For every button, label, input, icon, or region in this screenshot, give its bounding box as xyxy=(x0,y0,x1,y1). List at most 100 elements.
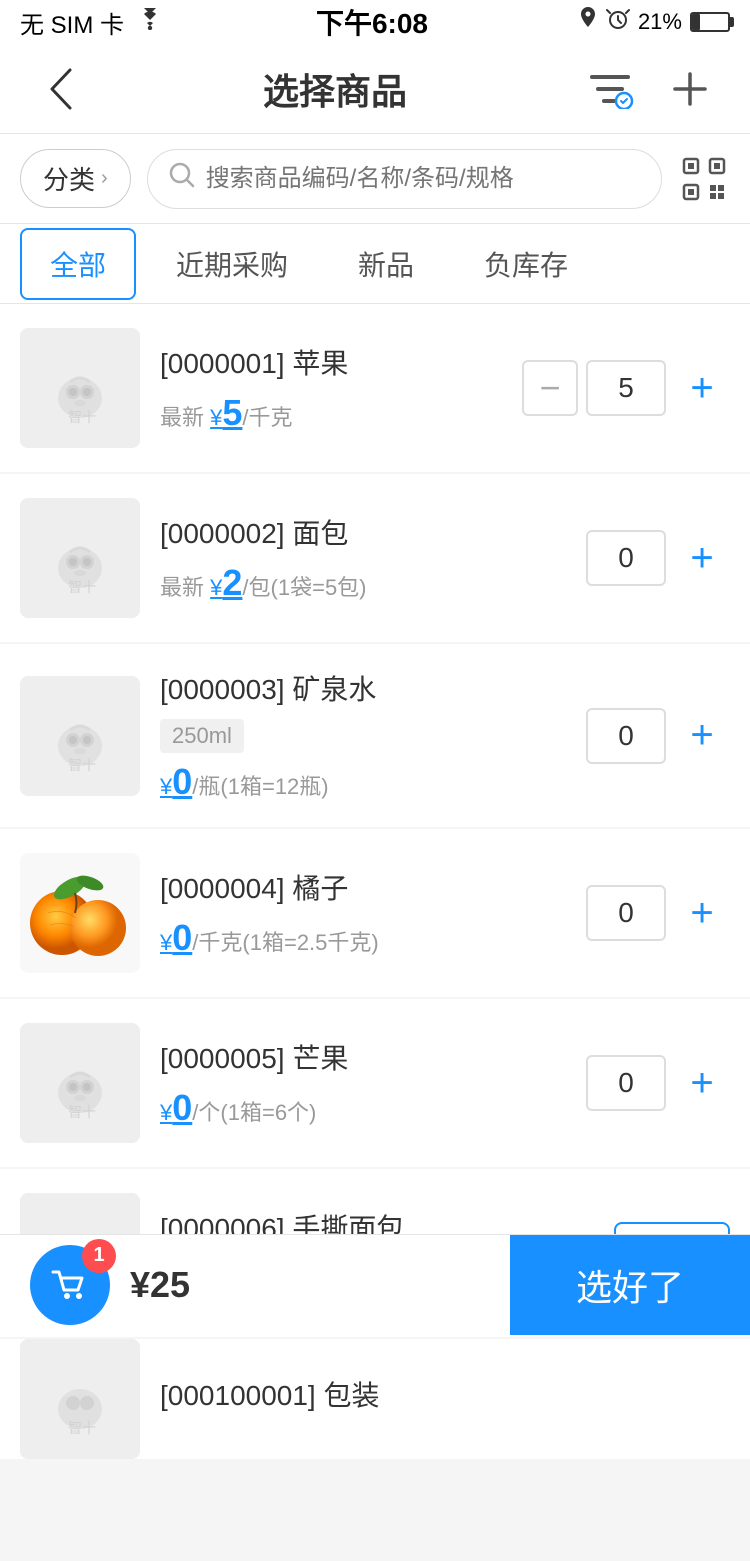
search-box[interactable] xyxy=(147,149,662,209)
product-image-0000005: 智十 xyxy=(20,1023,140,1143)
currency-icon: ¥ xyxy=(210,405,222,430)
qty-control-0000003: + xyxy=(578,708,730,764)
search-input[interactable] xyxy=(206,165,641,193)
svg-text:智十: 智十 xyxy=(68,409,96,425)
product-info-0000005: [0000005] 芒果 ¥0/个(1箱=6个) xyxy=(140,1037,578,1129)
product-name-0000004: [0000004] 橘子 xyxy=(160,867,558,907)
qty-input-0000001[interactable] xyxy=(586,360,666,416)
product-price-0000005: ¥0/个(1箱=6个) xyxy=(160,1087,558,1129)
product-image-000100001: 智十 xyxy=(20,1339,140,1459)
qty-plus-0000001[interactable]: + xyxy=(674,360,730,416)
tab-new-label: 新品 xyxy=(358,250,414,281)
price-package: (1箱=12瓶) xyxy=(220,774,328,799)
product-price-0000001: 最新 ¥5/千克 xyxy=(160,392,502,434)
price-amount: 0 xyxy=(172,1087,192,1128)
back-button[interactable] xyxy=(30,59,90,119)
product-price-0000004: ¥0/千克(1箱=2.5千克) xyxy=(160,917,558,959)
product-item-0000001: 智十 [0000001] 苹果 最新 ¥5/千克 − + xyxy=(0,304,750,472)
price-unit: /包 xyxy=(242,575,270,600)
currency-icon: ¥ xyxy=(210,575,222,600)
confirm-label: 选好了 xyxy=(576,1259,684,1311)
price-unit: /千克 xyxy=(242,405,292,430)
scan-button[interactable] xyxy=(678,153,730,205)
price-amount: 0 xyxy=(172,917,192,958)
tab-all-label: 全部 xyxy=(50,250,106,281)
price-unit: /千克 xyxy=(192,930,242,955)
confirm-button[interactable]: 选好了 xyxy=(510,1235,750,1335)
qty-input-0000003[interactable] xyxy=(586,708,666,764)
svg-text:智十: 智十 xyxy=(68,1104,96,1120)
price-package: (1箱=2.5千克) xyxy=(242,930,378,955)
product-info-000100001: [000100001] 包装 xyxy=(140,1374,730,1424)
price-unit: /瓶 xyxy=(192,774,220,799)
product-info-0000001: [0000001] 苹果 最新 ¥5/千克 xyxy=(140,342,522,434)
price-amount: 5 xyxy=(222,392,242,433)
tab-all[interactable]: 全部 xyxy=(20,228,136,300)
status-left: 无 SIM 卡 xyxy=(20,5,166,40)
category-button[interactable]: 分类 › xyxy=(20,149,131,208)
product-name-0000003: [0000003] 矿泉水 xyxy=(160,668,558,708)
qty-plus-0000002[interactable]: + xyxy=(674,530,730,586)
qty-plus-0000005[interactable]: + xyxy=(674,1055,730,1111)
product-image-0000004 xyxy=(20,853,140,973)
qty-input-0000002[interactable] xyxy=(586,530,666,586)
battery-icon xyxy=(690,12,730,32)
qty-control-0000002: + xyxy=(578,530,730,586)
tab-new[interactable]: 新品 xyxy=(328,228,444,300)
qty-control-0000005: + xyxy=(578,1055,730,1111)
svg-text:智十: 智十 xyxy=(68,1420,96,1436)
qty-minus-0000001[interactable]: − xyxy=(522,360,578,416)
price-package: (1箱=6个) xyxy=(220,1100,316,1125)
qty-plus-0000003[interactable]: + xyxy=(674,708,730,764)
filter-button[interactable] xyxy=(580,59,640,119)
search-icon xyxy=(168,161,196,196)
filter-bar: 分类 › xyxy=(0,134,750,224)
price-package: (1袋=5包) xyxy=(271,575,367,600)
status-bar: 无 SIM 卡 下午6:08 21% xyxy=(0,0,750,44)
chevron-right-icon: › xyxy=(101,167,108,190)
product-info-0000004: [0000004] 橘子 ¥0/千克(1箱=2.5千克) xyxy=(140,867,578,959)
tab-negative[interactable]: 负库存 xyxy=(454,228,598,300)
product-item-0000005: 智十 [0000005] 芒果 ¥0/个(1箱=6个) + xyxy=(0,999,750,1167)
wifi-icon xyxy=(134,8,166,37)
svg-text:智十: 智十 xyxy=(68,757,96,773)
nav-actions xyxy=(580,59,720,119)
tab-recent[interactable]: 近期采购 xyxy=(146,228,318,300)
cart-badge: 1 xyxy=(82,1239,116,1273)
cart-icon-button[interactable]: 1 xyxy=(30,1245,110,1325)
battery-percent: 21% xyxy=(638,9,682,35)
price-label: 最新 xyxy=(160,575,210,600)
qty-plus-0000004[interactable]: + xyxy=(674,885,730,941)
qty-control-0000001: − + xyxy=(522,360,730,416)
carrier-text: 无 SIM 卡 xyxy=(20,5,124,40)
product-image-0000003: 智十 xyxy=(20,676,140,796)
product-price-0000003: ¥0/瓶(1箱=12瓶) xyxy=(160,761,558,803)
svg-text:智十: 智十 xyxy=(68,579,96,595)
qty-input-0000004[interactable] xyxy=(586,885,666,941)
qty-control-0000004: + xyxy=(578,885,730,941)
currency-icon: ¥ xyxy=(160,1100,172,1125)
product-item-000100001: 智十 [000100001] 包装 xyxy=(0,1339,750,1459)
product-name-000100001: [000100001] 包装 xyxy=(160,1374,710,1414)
price-amount: 2 xyxy=(222,562,242,603)
price-amount: 0 xyxy=(172,761,192,802)
alarm-icon xyxy=(606,7,630,37)
status-right: 21% xyxy=(578,7,730,37)
add-button[interactable] xyxy=(660,59,720,119)
product-name-0000001: [0000001] 苹果 xyxy=(160,342,502,382)
product-image-0000001: 智十 xyxy=(20,328,140,448)
product-image-0000002: 智十 xyxy=(20,498,140,618)
cart-area: 1 ¥25 xyxy=(0,1245,510,1325)
product-list: 智十 [0000001] 苹果 最新 ¥5/千克 − + xyxy=(0,304,750,1561)
price-label: 最新 xyxy=(160,405,210,430)
location-icon xyxy=(578,7,598,37)
tab-recent-label: 近期采购 xyxy=(176,250,288,281)
product-info-0000003: [0000003] 矿泉水 250ml ¥0/瓶(1箱=12瓶) xyxy=(140,668,578,803)
qty-input-0000005[interactable] xyxy=(586,1055,666,1111)
product-info-0000002: [0000002] 面包 最新 ¥2/包(1袋=5包) xyxy=(140,512,578,604)
product-item-0000004: [0000004] 橘子 ¥0/千克(1箱=2.5千克) + xyxy=(0,829,750,997)
product-item-0000002: 智十 [0000002] 面包 最新 ¥2/包(1袋=5包) + xyxy=(0,474,750,642)
status-time: 下午6:08 xyxy=(316,2,428,42)
bottom-bar: 1 ¥25 选好了 xyxy=(0,1234,750,1334)
page-title: 选择商品 xyxy=(263,63,407,115)
